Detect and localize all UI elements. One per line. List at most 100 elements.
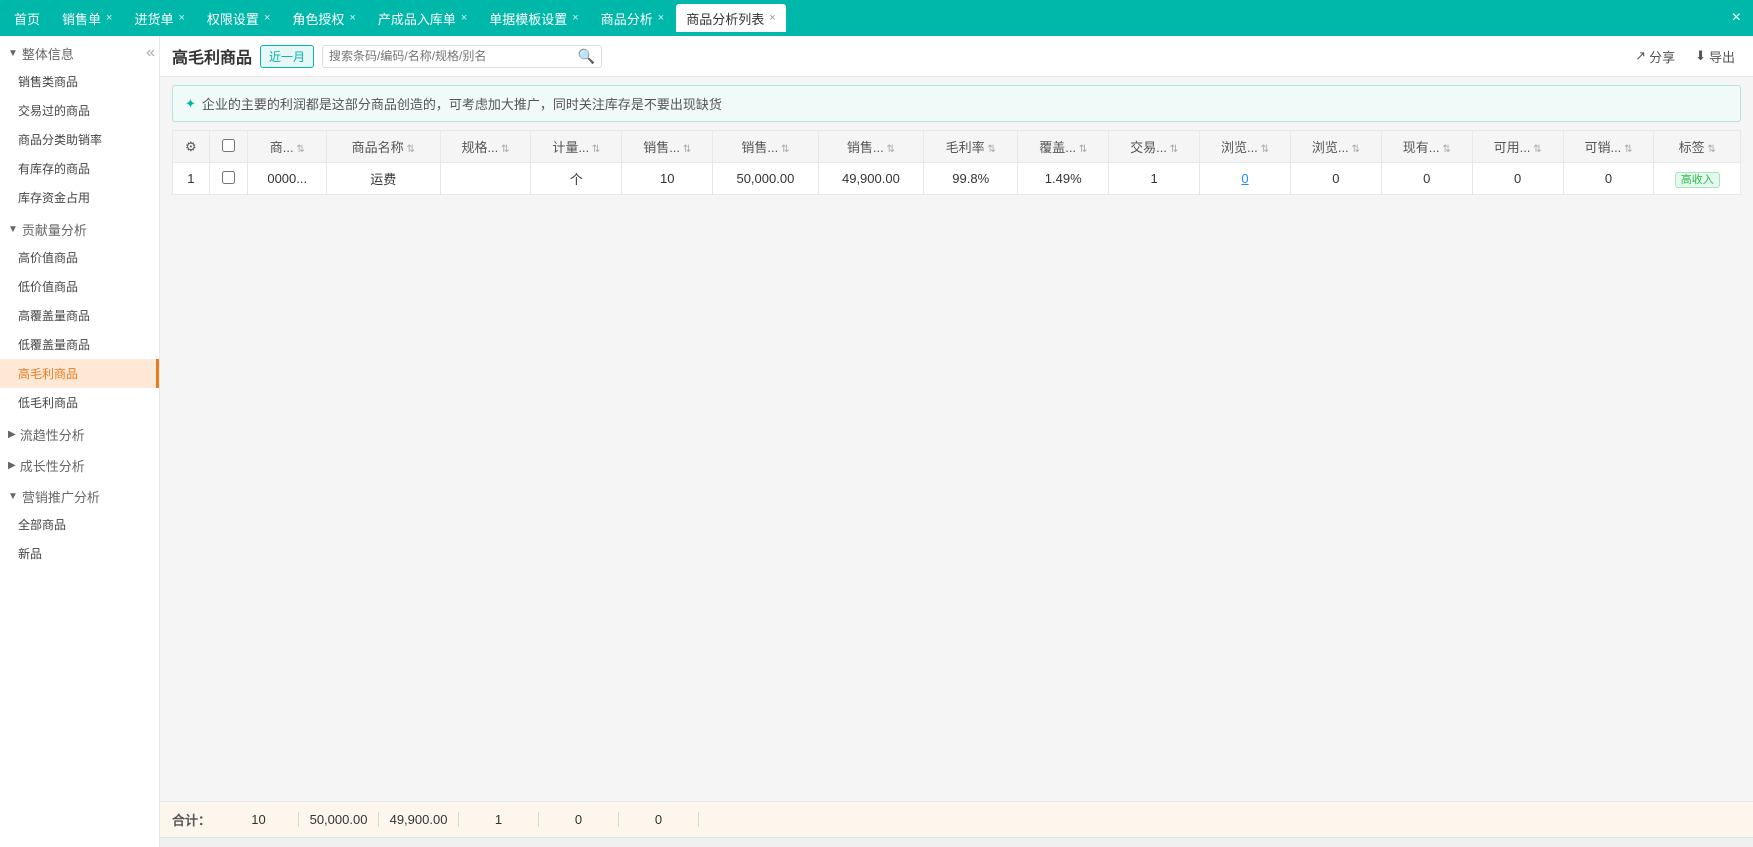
nav-tab-label: 权限设置 (207, 9, 259, 28)
sort-icon[interactable]: ⇅ (1530, 144, 1541, 155)
sort-icon[interactable]: ⇅ (1258, 144, 1269, 155)
col-label: 标签 (1679, 140, 1705, 155)
sort-icon[interactable]: ⇅ (1349, 144, 1360, 155)
sort-icon[interactable]: ⇅ (589, 144, 600, 155)
share-button[interactable]: ↗ 分享 (1629, 45, 1681, 68)
sort-icon[interactable]: ⇅ (1440, 144, 1451, 155)
tab-close-icon[interactable]: × (461, 12, 467, 24)
tab-close-icon[interactable]: × (769, 12, 775, 24)
export-button[interactable]: ⬇ 导出 (1689, 45, 1741, 68)
cell-gross_margin: 99.8% (924, 163, 1018, 195)
sidebar-item-高覆盖量商品[interactable]: 高覆盖量商品 (0, 301, 159, 330)
tab-close-icon[interactable]: × (658, 12, 664, 24)
col-label: 可销... (1584, 140, 1621, 155)
time-filter-button[interactable]: 近一月 (260, 45, 314, 68)
sort-icon[interactable]: ⇅ (1167, 144, 1178, 155)
sort-icon[interactable]: ⇅ (680, 144, 691, 155)
nav-tab-商品分析[interactable]: 商品分析 × (591, 4, 674, 32)
footer-current-stock: 0 (539, 812, 619, 827)
sidebar-item-库存资金占用[interactable]: 库存资金占用 (0, 183, 159, 212)
sidebar-item-低价值商品[interactable]: 低价值商品 (0, 272, 159, 301)
col-header-views2[interactable]: 浏览... ⇅ (1290, 131, 1381, 163)
sidebar-item-高价值商品[interactable]: 高价值商品 (0, 243, 159, 272)
col-header-sellable_stock[interactable]: 可销... ⇅ (1563, 131, 1654, 163)
nav-tab-label: 商品分析 (601, 9, 653, 28)
nav-tab-首页[interactable]: 首页 (4, 4, 50, 32)
col-header-spec[interactable]: 规格... ⇅ (440, 131, 531, 163)
views-link[interactable]: 0 (1241, 171, 1248, 186)
sort-icon[interactable]: ⇅ (778, 144, 789, 155)
col-header-coverage[interactable]: 覆盖... ⇅ (1018, 131, 1109, 163)
tab-close-icon[interactable]: × (349, 12, 355, 24)
col-label: 可用... (1494, 140, 1531, 155)
nav-tab-商品分析列表[interactable]: 商品分析列表× (676, 4, 785, 32)
col-header-unit[interactable]: 计量... ⇅ (531, 131, 622, 163)
sidebar-item-低毛利商品[interactable]: 低毛利商品 (0, 388, 159, 417)
tab-close-icon[interactable]: × (178, 12, 184, 24)
footer-transaction: 1 (459, 812, 539, 827)
search-icon[interactable]: 🔍 (578, 48, 595, 65)
col-label: 浏览... (1312, 140, 1349, 155)
sidebar-group-流趋性分析[interactable]: ▶流趋性分析 (0, 417, 159, 448)
nav-tab-销售单[interactable]: 销售单× (52, 4, 122, 32)
col-header-settings[interactable]: ⚙ (173, 131, 210, 163)
col-header-sales_qty[interactable]: 销售... ⇅ (622, 131, 713, 163)
sidebar-group-成长性分析[interactable]: ▶成长性分析 (0, 448, 159, 479)
tab-close-icon[interactable]: × (106, 12, 112, 24)
sidebar-item-低覆盖量商品[interactable]: 低覆盖量商品 (0, 330, 159, 359)
col-header-transaction[interactable]: 交易... ⇅ (1109, 131, 1200, 163)
sort-icon[interactable]: ⇅ (498, 144, 509, 155)
nav-tab-进货单[interactable]: 进货单× (124, 4, 194, 32)
nav-tab-产成品入库单[interactable]: 产成品入库单 × (368, 4, 477, 32)
col-header-tag[interactable]: 标签 ⇅ (1654, 131, 1741, 163)
cell-views1[interactable]: 0 (1200, 163, 1291, 195)
sidebar-item-商品分类助销率[interactable]: 商品分类助销率 (0, 125, 159, 154)
sort-icon[interactable]: ⇅ (884, 144, 895, 155)
tab-close-icon[interactable]: × (264, 12, 270, 24)
sort-icon[interactable]: ⇅ (294, 144, 305, 155)
sidebar-group-贡献量分析[interactable]: ▼贡献量分析 (0, 212, 159, 243)
window-close-button[interactable]: × (1724, 9, 1749, 27)
content-area: 高毛利商品 近一月 🔍 ↗ 分享 ⬇ 导出 ✦ 企业的主要的利润都是这部分商品创… (160, 36, 1753, 847)
col-header-sales_amount[interactable]: 销售... ⇅ (713, 131, 819, 163)
sidebar-item-交易过的商品[interactable]: 交易过的商品 (0, 96, 159, 125)
col-label: 销售... (741, 140, 778, 155)
cell-checkbox[interactable] (209, 163, 248, 195)
sidebar-group-营销推广分析[interactable]: ▼营销推广分析 (0, 479, 159, 510)
sidebar-group-整体信息[interactable]: ▼整体信息 (0, 36, 159, 67)
nav-tab-角色授权[interactable]: 角色授权× (282, 4, 365, 32)
search-input[interactable] (329, 49, 578, 63)
col-header-gross_margin[interactable]: 毛利率 ⇅ (924, 131, 1018, 163)
sort-icon[interactable]: ⇅ (1076, 144, 1087, 155)
group-label: 流趋性分析 (20, 425, 85, 444)
sort-icon[interactable]: ⇅ (1621, 144, 1632, 155)
col-header-sku_code[interactable]: 商... ⇅ (248, 131, 327, 163)
col-header-current_stock[interactable]: 现有... ⇅ (1381, 131, 1472, 163)
sidebar-item-高毛利商品[interactable]: 高毛利商品 (0, 359, 159, 388)
sidebar-item-有库存的商品[interactable]: 有库存的商品 (0, 154, 159, 183)
sidebar-item-新品[interactable]: 新品 (0, 539, 159, 568)
info-banner: ✦ 企业的主要的利润都是这部分商品创造的，可考虑加大推广，同时关注库存是不要出现… (172, 85, 1741, 122)
nav-tab-单据模板设置[interactable]: 单据模板设置× (479, 4, 588, 32)
sidebar-item-全部商品[interactable]: 全部商品 (0, 510, 159, 539)
col-header-name[interactable]: 商品名称 ⇅ (327, 131, 440, 163)
col-header-views1[interactable]: 浏览... ⇅ (1200, 131, 1291, 163)
sort-icon[interactable]: ⇅ (404, 144, 415, 155)
sort-icon[interactable]: ⇅ (985, 144, 996, 155)
select-all-checkbox[interactable] (222, 139, 235, 152)
settings-icon[interactable]: ⚙ (185, 139, 197, 154)
col-header-sales_profit[interactable]: 销售... ⇅ (818, 131, 924, 163)
cell-sales_profit: 49,900.00 (818, 163, 924, 195)
group-arrow-icon: ▼ (8, 224, 18, 235)
col-header-available_stock[interactable]: 可用... ⇅ (1472, 131, 1563, 163)
nav-tab-label: 产成品入库单 (378, 9, 456, 28)
nav-tab-权限设置[interactable]: 权限设置 × (197, 4, 280, 32)
col-label: 规格... (461, 140, 498, 155)
footer-available-stock: 0 (619, 812, 699, 827)
row-checkbox[interactable] (222, 171, 235, 184)
sort-icon[interactable]: ⇅ (1705, 144, 1716, 155)
col-header-checkbox[interactable] (209, 131, 248, 163)
tab-close-icon[interactable]: × (572, 12, 578, 24)
sidebar-item-销售类商品[interactable]: 销售类商品 (0, 67, 159, 96)
sidebar-collapse-button[interactable]: « (146, 44, 155, 62)
